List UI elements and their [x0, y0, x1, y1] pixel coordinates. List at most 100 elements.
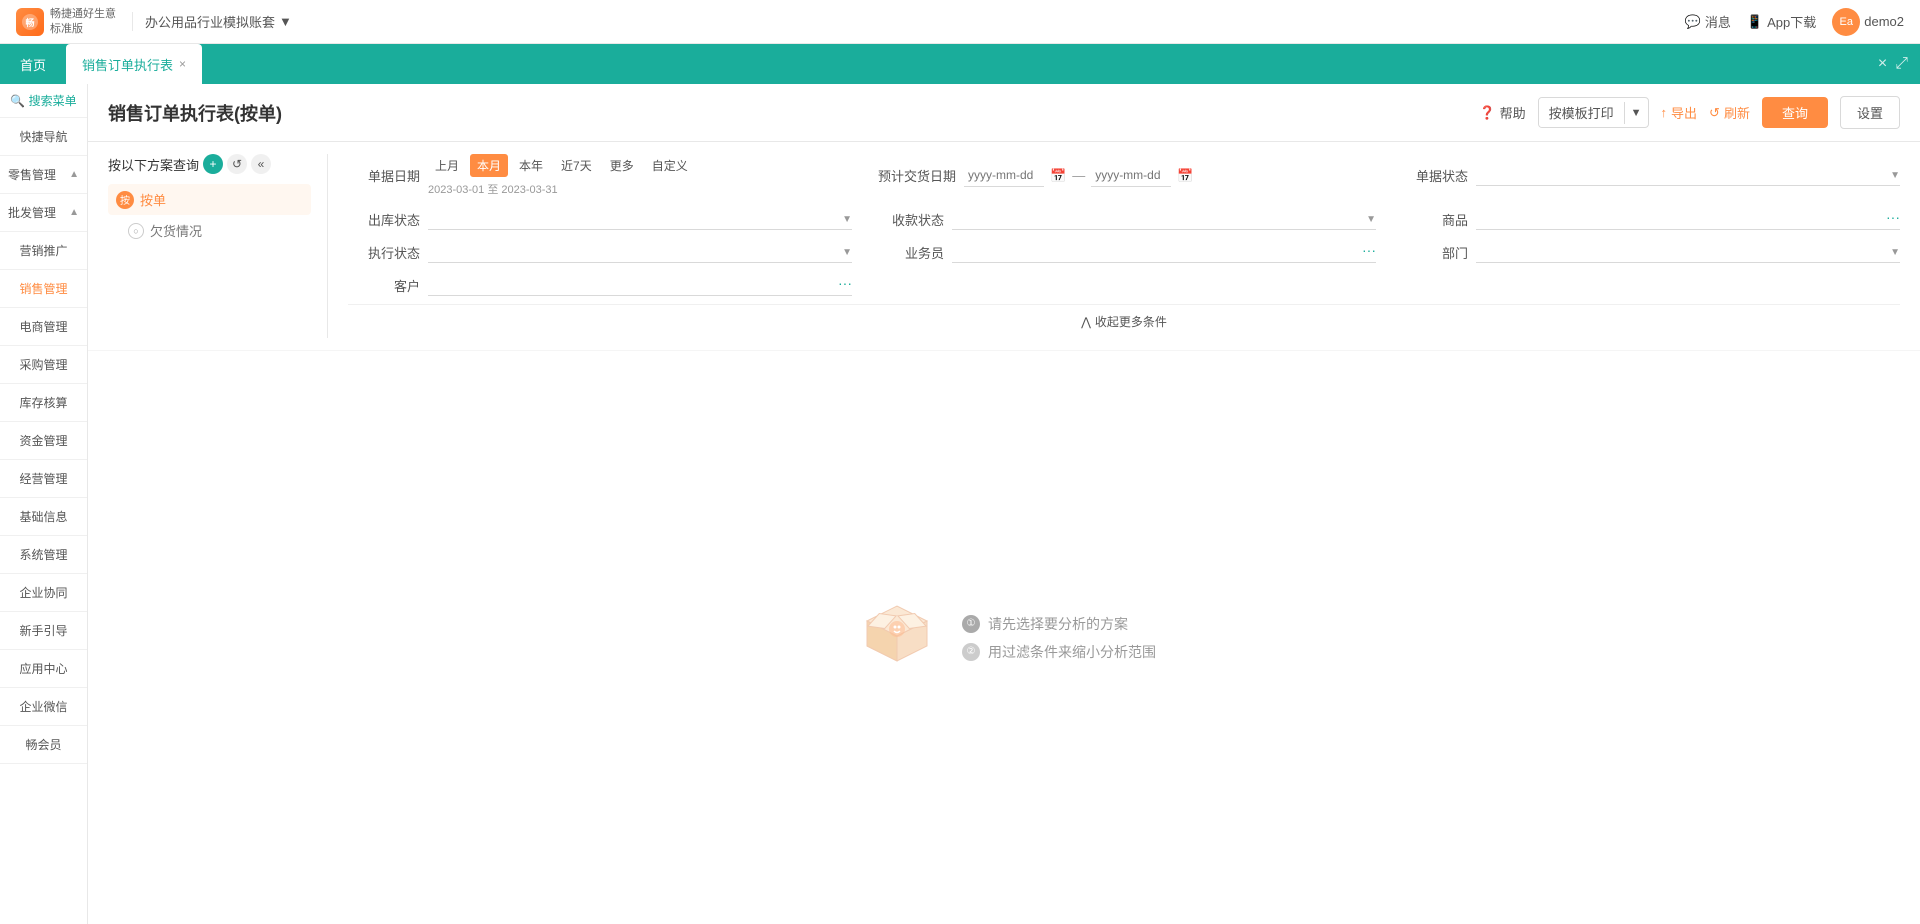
expected-date-from[interactable] [964, 164, 1044, 187]
date-btn-last-month[interactable]: 上月 [428, 154, 466, 177]
message-btn[interactable]: 💬 消息 [1685, 12, 1731, 31]
sidebar-item-inventory[interactable]: 库存核算 [0, 384, 87, 422]
sidebar-item-basics[interactable]: 基础信息 [0, 498, 87, 536]
print-btn[interactable]: 按模板打印 [1539, 98, 1624, 127]
refresh-btn[interactable]: ↺ 刷新 [1709, 103, 1750, 122]
receive-status-select[interactable]: ▼ [952, 210, 1376, 230]
filter-row-out-status: 出库状态 ▼ [348, 209, 852, 230]
chevron-icon-2: ▲ [69, 207, 79, 218]
query-btn[interactable]: 查询 [1762, 97, 1828, 128]
step1-icon: ① [962, 615, 980, 633]
chevron-icon: ▲ [69, 169, 79, 180]
add-filter-btn[interactable]: + [203, 154, 223, 174]
cal-icon-from: 📅 [1050, 168, 1066, 184]
date-label: 单据日期 [348, 166, 420, 185]
filter-left: 按以下方案查询 + ↺ « 按 按单 ○ 欠货情况 [108, 154, 328, 338]
print-dropdown-btn[interactable]: ▼ [1624, 102, 1648, 124]
empty-text: ① 请先选择要分析的方案 ② 用过滤条件来缩小分析范围 [962, 610, 1156, 666]
sidebar-search[interactable]: 🔍 搜索菜单 [0, 84, 87, 118]
top-header: 畅 畅捷通好生意 标准版 办公用品行业模拟账套 ▼ 💬 消息 📱 App下载 E… [0, 0, 1920, 44]
exec-status-select[interactable]: ▼ [428, 243, 852, 263]
nav-title: 办公用品行业模拟账套 [145, 12, 275, 31]
nav-arrow-icon: ▼ [279, 14, 292, 29]
exec-status-label: 执行状态 [348, 243, 420, 262]
filter-right: 单据日期 上月 本月 本年 近7天 更多 自定义 2023-03-01 至 20… [328, 154, 1900, 338]
salesperson-selector-btn[interactable]: ··· [1362, 242, 1376, 258]
empty-content: ① 请先选择要分析的方案 ② 用过滤条件来缩小分析范围 [852, 591, 1156, 684]
date-btn-more[interactable]: 更多 [603, 154, 641, 177]
product-selector-btn[interactable]: ··· [1886, 209, 1900, 225]
sidebar-item-quick-nav[interactable]: 快捷导航 [0, 118, 87, 156]
sidebar-item-marketing[interactable]: 营销推广 [0, 232, 87, 270]
collapse-filter-btn[interactable]: « [251, 154, 271, 174]
help-btn[interactable]: ❓ 帮助 [1479, 103, 1525, 122]
logo-area: 畅 畅捷通好生意 标准版 [16, 7, 116, 36]
sidebar-item-finance[interactable]: 资金管理 [0, 422, 87, 460]
out-status-select[interactable]: ▼ [428, 210, 852, 230]
status-dropdown-icon: ▼ [1890, 170, 1900, 181]
main-layout: 🔍 搜索菜单 快捷导航 零售管理 ▲ 批发管理 ▲ 营销推广 销售管理 电商管理… [0, 84, 1920, 924]
filter-nav-欠货情况[interactable]: ○ 欠货情况 [108, 215, 311, 246]
search-icon: 🔍 [10, 94, 25, 108]
expected-date-to[interactable] [1091, 164, 1171, 187]
expected-date-range: 📅 — 📅 [964, 164, 1376, 187]
receive-status-label: 收款状态 [872, 210, 944, 229]
sidebar-item-system[interactable]: 系统管理 [0, 536, 87, 574]
doc-status-select[interactable]: ▼ [1476, 166, 1900, 186]
sidebar-item-member[interactable]: 畅会员 [0, 726, 87, 764]
maximize-icon[interactable]: ⤢ [1895, 55, 1908, 73]
collapse-filters-btn[interactable]: ⋀ 收起更多条件 [348, 304, 1900, 338]
date-btn-this-year[interactable]: 本年 [512, 154, 550, 177]
filter-row-customer: 客户 ··· [348, 275, 852, 296]
tab-home[interactable]: 首页 [0, 44, 66, 84]
tab-sales-exec[interactable]: 销售订单执行表 × [66, 44, 202, 84]
sidebar-item-wholesale[interactable]: 批发管理 ▲ [0, 194, 87, 232]
empty-step1: ① 请先选择要分析的方案 [962, 610, 1156, 638]
empty-illustration [852, 591, 942, 684]
settings-btn[interactable]: 设置 [1840, 96, 1900, 129]
tab-close-icon[interactable]: × [179, 57, 186, 71]
close-window-icon[interactable]: × [1878, 55, 1887, 73]
refresh-filter-btn[interactable]: ↺ [227, 154, 247, 174]
nav-dropdown[interactable]: 办公用品行业模拟账套 ▼ [132, 12, 292, 31]
欠货-icon: ○ [128, 223, 144, 239]
filter-row-product: 商品 ··· [1396, 209, 1900, 230]
out-status-label: 出库状态 [348, 210, 420, 229]
sidebar-item-ecommerce[interactable]: 电商管理 [0, 308, 87, 346]
sidebar-item-enterprise[interactable]: 企业协同 [0, 574, 87, 612]
export-btn[interactable]: ↑ 导出 [1661, 103, 1698, 122]
dept-select[interactable]: ▼ [1476, 243, 1900, 263]
sidebar-item-operations[interactable]: 经营管理 [0, 460, 87, 498]
customer-selector-btn[interactable]: ··· [838, 275, 852, 291]
doc-status-label: 单据状态 [1396, 166, 1468, 185]
page-title-row: 销售订单执行表(按单) ❓ 帮助 按模板打印 ▼ ↑ 导出 [108, 96, 1900, 129]
filter-row-doc-status: 单据状态 ▼ [1396, 154, 1900, 197]
date-btn-this-month[interactable]: 本月 [470, 154, 508, 177]
dept-label: 部门 [1396, 243, 1468, 262]
sidebar-item-appcenter[interactable]: 应用中心 [0, 650, 87, 688]
sidebar-item-sales[interactable]: 销售管理 [0, 270, 87, 308]
sidebar-item-newuser[interactable]: 新手引导 [0, 612, 87, 650]
sidebar-item-retail[interactable]: 零售管理 ▲ [0, 156, 87, 194]
empty-state: ① 请先选择要分析的方案 ② 用过滤条件来缩小分析范围 [88, 351, 1920, 924]
sidebar: 🔍 搜索菜单 快捷导航 零售管理 ▲ 批发管理 ▲ 营销推广 销售管理 电商管理… [0, 84, 88, 924]
sidebar-item-purchase[interactable]: 采购管理 [0, 346, 87, 384]
filter-icons: + ↺ « [203, 154, 271, 174]
salesperson-label: 业务员 [872, 243, 944, 262]
avatar: Ea [1832, 8, 1860, 36]
date-btn-custom[interactable]: 自定义 [645, 154, 695, 177]
date-range-display: 2023-03-01 至 2023-03-31 [428, 181, 852, 197]
filter-row-exec-status: 执行状态 ▼ [348, 242, 852, 263]
filter-row-dept: 部门 ▼ [1396, 242, 1900, 263]
filter-nav-按单[interactable]: 按 按单 [108, 184, 311, 215]
empty-box-svg [852, 591, 942, 681]
sidebar-item-wechat[interactable]: 企业微信 [0, 688, 87, 726]
user-area[interactable]: Ea demo2 [1832, 8, 1904, 36]
step2-icon: ② [962, 643, 980, 661]
filter-row-expected-date: 预计交货日期 📅 — 📅 [872, 154, 1376, 197]
filter-row-receive-status: 收款状态 ▼ [872, 209, 1376, 230]
cal-icon-to: 📅 [1177, 168, 1193, 184]
dept-dropdown-icon: ▼ [1890, 247, 1900, 258]
app-download-btn[interactable]: 📱 App下载 [1747, 12, 1816, 31]
date-btn-7days[interactable]: 近7天 [554, 154, 599, 177]
